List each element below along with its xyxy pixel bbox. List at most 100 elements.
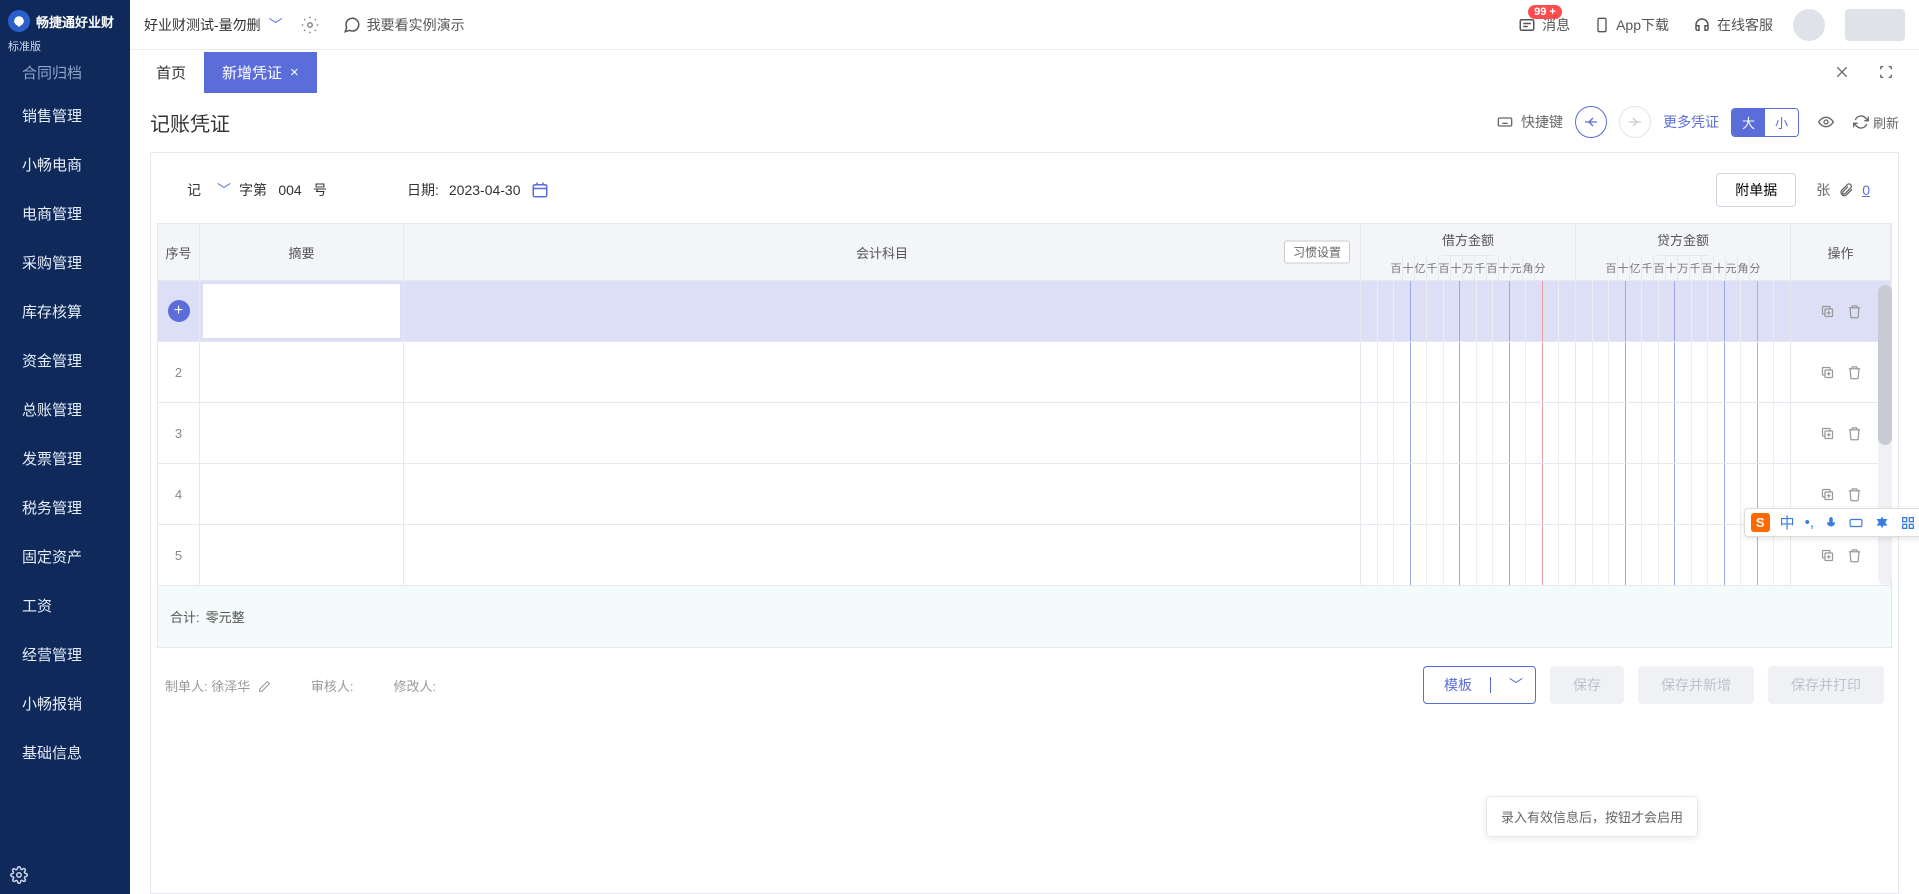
fullscreen-button[interactable] — [1871, 57, 1901, 87]
vertical-scrollbar[interactable] — [1878, 285, 1892, 585]
save-new-button[interactable]: 保存并新增 — [1638, 666, 1754, 704]
digit-cells[interactable] — [1361, 342, 1575, 402]
tab-close-button[interactable] — [1827, 57, 1857, 87]
chevron-down-icon[interactable]: ﹀ — [217, 180, 231, 200]
sidebar-item-purchase[interactable]: 采购管理 — [0, 238, 130, 287]
digit-cells[interactable] — [1361, 403, 1575, 463]
copy-row-button[interactable] — [1820, 548, 1835, 563]
voucher-number[interactable]: 004 — [275, 182, 305, 198]
messages-button[interactable]: 99 + 消息 — [1518, 15, 1570, 35]
sidebar-item-xc-ecom[interactable]: 小畅电商 — [0, 140, 130, 189]
digit-cells[interactable] — [1576, 342, 1790, 402]
voucher-type[interactable]: 记 — [179, 180, 209, 200]
add-row-button[interactable]: + — [168, 300, 190, 322]
table-row[interactable]: 3 — [158, 403, 1891, 464]
sidebar-item-inventory[interactable]: 库存核算 — [0, 287, 130, 336]
save-button[interactable]: 保存 — [1550, 666, 1624, 704]
copy-row-button[interactable] — [1820, 487, 1835, 502]
cell-summary[interactable] — [200, 403, 404, 463]
sidebar-item-ecom[interactable]: 电商管理 — [0, 189, 130, 238]
app-download-button[interactable]: App下载 — [1594, 15, 1669, 35]
ime-toolbar[interactable]: S 中 •, — [1744, 508, 1919, 537]
digit-cells[interactable] — [1361, 281, 1575, 341]
cell-credit[interactable] — [1576, 403, 1791, 463]
sidebar-item-clipped[interactable]: 合同归档 — [0, 60, 130, 91]
ime-mic-icon[interactable] — [1824, 515, 1838, 531]
more-vouchers-link[interactable]: 更多凭证 — [1663, 112, 1719, 132]
copy-row-button[interactable] — [1820, 426, 1835, 441]
sidebar-item-expense[interactable]: 小畅报销 — [0, 679, 130, 728]
habit-settings-button[interactable]: 习惯设置 — [1284, 241, 1350, 264]
ime-keyboard-icon[interactable] — [1848, 516, 1864, 530]
ime-toolbox-icon[interactable] — [1900, 515, 1916, 531]
demo-link[interactable]: 我要看实例演示 — [343, 15, 465, 35]
digit-cells[interactable] — [1576, 403, 1790, 463]
voucher-date-input[interactable]: 2023-04-30 — [449, 182, 521, 198]
sidebar-item-gl[interactable]: 总账管理 — [0, 385, 130, 434]
attach-button[interactable]: 附单据 — [1716, 173, 1796, 207]
sidebar-item-assets[interactable]: 固定资产 — [0, 532, 130, 581]
cell-summary[interactable] — [200, 281, 404, 341]
tab-new-voucher[interactable]: 新增凭证 × — [204, 52, 317, 93]
cell-debit[interactable] — [1361, 281, 1576, 341]
table-row[interactable]: + — [158, 281, 1891, 342]
ime-zhong-icon[interactable]: 中 — [1780, 512, 1795, 533]
cell-debit[interactable] — [1361, 525, 1576, 585]
next-voucher-button[interactable] — [1619, 106, 1651, 138]
table-row[interactable]: 5 — [158, 525, 1891, 586]
cell-credit[interactable] — [1576, 342, 1791, 402]
ime-punct-icon[interactable]: •, — [1805, 514, 1814, 531]
copy-row-button[interactable] — [1820, 304, 1835, 319]
close-icon[interactable]: × — [290, 64, 299, 81]
tab-home[interactable]: 首页 — [138, 52, 204, 93]
cell-account[interactable] — [404, 281, 1361, 341]
cell-summary[interactable] — [200, 525, 404, 585]
sidebar-item-tax[interactable]: 税务管理 — [0, 483, 130, 532]
scrollbar-thumb[interactable] — [1878, 285, 1892, 445]
cell-summary[interactable] — [200, 464, 404, 524]
size-small-button[interactable]: 小 — [1765, 109, 1798, 136]
sidebar-settings-button[interactable] — [0, 856, 130, 894]
digit-cells[interactable] — [1361, 525, 1575, 585]
sidebar-item-salary[interactable]: 工资 — [0, 581, 130, 630]
refresh-button[interactable]: 刷新 — [1853, 113, 1899, 132]
digit-cells[interactable] — [1576, 281, 1790, 341]
attach-count-num[interactable]: 0 — [1862, 182, 1870, 198]
shortcut-button[interactable]: 快捷键 — [1495, 112, 1563, 132]
edit-icon[interactable] — [258, 680, 271, 693]
copy-row-button[interactable] — [1820, 365, 1835, 380]
summary-input[interactable] — [203, 284, 400, 338]
template-button[interactable]: 模板 ﹀ — [1423, 666, 1536, 704]
cell-debit[interactable] — [1361, 464, 1576, 524]
delete-row-button[interactable] — [1847, 548, 1862, 563]
cell-summary[interactable] — [200, 342, 404, 402]
support-button[interactable]: 在线客服 — [1693, 15, 1773, 35]
ime-skin-icon[interactable] — [1874, 515, 1890, 531]
calendar-button[interactable] — [531, 181, 549, 199]
org-settings-button[interactable] — [301, 16, 319, 34]
size-big-button[interactable]: 大 — [1732, 109, 1765, 136]
sidebar-item-biz[interactable]: 经营管理 — [0, 630, 130, 679]
visibility-button[interactable] — [1811, 107, 1841, 137]
avatar-small[interactable] — [1793, 9, 1825, 41]
cell-debit[interactable] — [1361, 403, 1576, 463]
cell-account[interactable] — [404, 464, 1361, 524]
org-selector[interactable]: 好业财测试-量勿删 ﹀ — [144, 15, 283, 35]
delete-row-button[interactable] — [1847, 487, 1862, 502]
sidebar-item-funds[interactable]: 资金管理 — [0, 336, 130, 385]
sidebar-item-invoice[interactable]: 发票管理 — [0, 434, 130, 483]
chevron-down-icon[interactable]: ﹀ — [1509, 675, 1523, 695]
delete-row-button[interactable] — [1847, 365, 1862, 380]
digit-cells[interactable] — [1361, 464, 1575, 524]
sidebar-item-sales[interactable]: 销售管理 — [0, 91, 130, 140]
cell-account[interactable] — [404, 403, 1361, 463]
cell-credit[interactable] — [1576, 281, 1791, 341]
cell-debit[interactable] — [1361, 342, 1576, 402]
sidebar-item-basic[interactable]: 基础信息 — [0, 728, 130, 777]
avatar-wide[interactable] — [1845, 9, 1905, 41]
cell-account[interactable] — [404, 525, 1361, 585]
save-print-button[interactable]: 保存并打印 — [1768, 666, 1884, 704]
table-row[interactable]: 2 — [158, 342, 1891, 403]
delete-row-button[interactable] — [1847, 304, 1862, 319]
prev-voucher-button[interactable] — [1575, 106, 1607, 138]
